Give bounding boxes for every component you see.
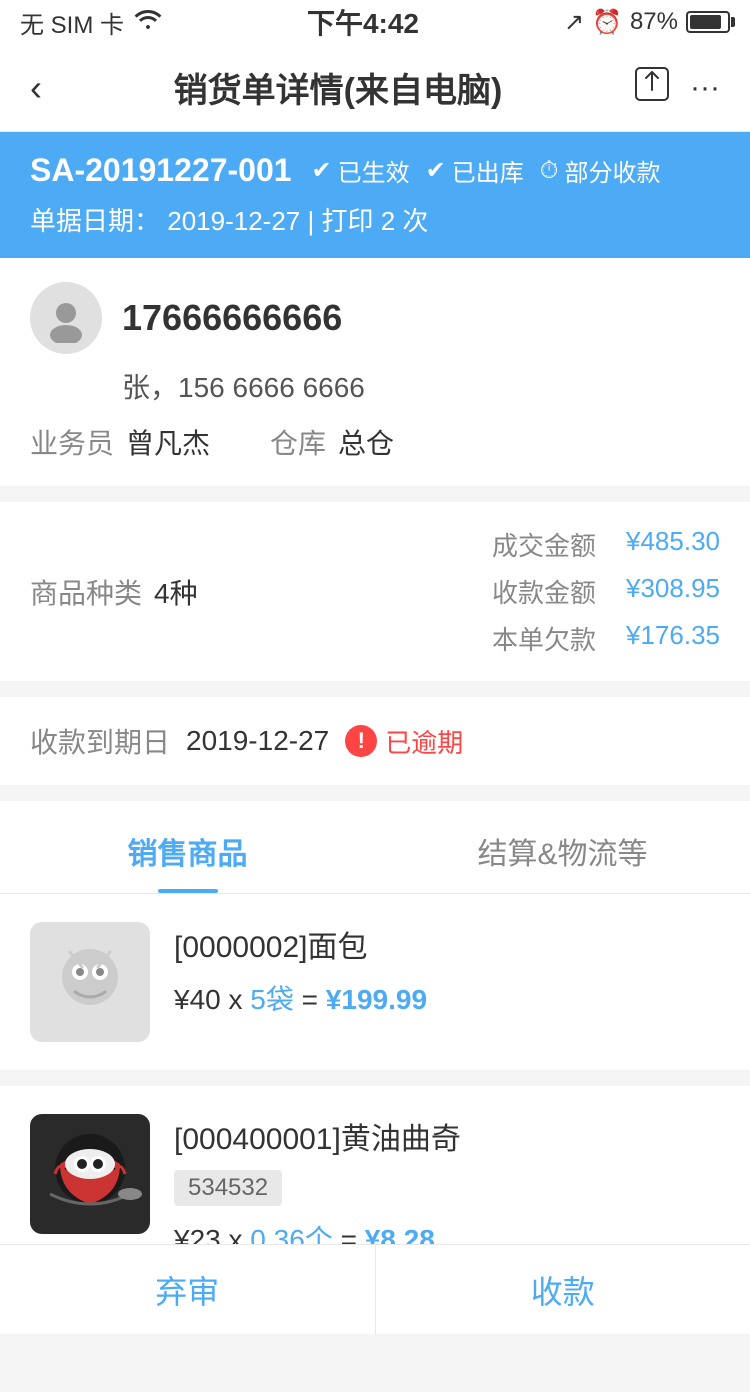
sales-label: 业务员 [30,422,114,462]
battery-icon [686,11,730,33]
tab-sales-label: 销售商品 [128,838,248,871]
warehouse-label: 仓库 [270,422,326,462]
print-label: | 打印 [307,206,373,236]
status-bar-right: ↗ ⏰ 87% [564,8,730,37]
due-date-label: 收款到期日 [30,721,170,761]
back-button[interactable]: ‹ [30,67,42,109]
banner-date-row: 单据日期： 2019-12-27 | 打印 2 次 [30,201,720,238]
page-title: 销货单详情(来自电脑) [174,63,503,112]
status-badge-shipped: ✔ 已出库 [426,153,524,188]
status-badges: ✔ 已生效 ✔ 已出库 ⏱ 部分收款 [312,153,661,188]
warehouse-name: 总仓 [338,422,394,462]
tab-settlement[interactable]: 结算&物流等 [375,801,750,893]
check-icon-2: ✔ [426,156,446,185]
due-date-section: 收款到期日 2019-12-27 ! 已逾期 [0,697,750,785]
product-price-1: ¥40 x 5袋 = ¥199.99 [174,978,720,1018]
more-button[interactable]: ··· [690,71,720,105]
sales-item: 业务员 曾凡杰 [30,422,210,462]
list-item: [0000002]面包 ¥40 x 5袋 = ¥199.99 [0,894,750,1070]
customer-name: 17666666666 [122,297,342,339]
location-icon: ↗ [564,8,584,37]
product-image-2 [30,1114,150,1234]
battery-label: 87% [630,8,678,36]
debt-amount-value: ¥176.35 [626,620,720,657]
wifi-icon [134,8,162,36]
product-info-2: [000400001]黄油曲奇 534532 ¥23 x 0.36个 = ¥8.… [174,1114,720,1258]
product-name-2: [000400001]黄油曲奇 [174,1114,720,1158]
nav-actions: ··· [634,66,720,110]
deal-amount-label: 成交金额 [492,526,596,563]
product-name-1: [0000002]面包 [174,922,720,966]
due-date-value: 2019-12-27 [186,725,329,757]
overdue-text: 已逾期 [385,723,463,760]
equals-1: = [302,984,326,1015]
carrier-label: 无 SIM 卡 [20,5,124,40]
unit-price-1: ¥40 [174,984,221,1015]
share-button[interactable] [634,66,670,110]
print-suffix: 次 [402,206,428,236]
sales-name: 曾凡杰 [126,422,210,462]
collection-amount-value: ¥308.95 [626,573,720,610]
deal-amount-row: 成交金额 ¥485.30 [492,526,720,563]
status-badge-partial: ⏱ 部分收款 [540,153,661,188]
abandon-review-button[interactable]: 弃审 [0,1245,376,1334]
product-thumb-2 [30,1114,150,1234]
summary-left: 商品种类 4种 [30,526,198,657]
collection-amount-label: 收款金额 [492,573,596,610]
debt-label: 本单欠款 [492,620,596,657]
order-id: SA-20191227-001 [30,152,292,189]
date-label: 单据日期： [30,206,160,236]
check-icon-1: ✔ [312,156,332,185]
print-count: 2 [381,206,395,236]
status-bar: 无 SIM 卡 下午4:42 ↗ ⏰ 87% [0,0,750,44]
product-info-1: [0000002]面包 ¥40 x 5袋 = ¥199.99 [174,922,720,1018]
tab-underline [158,889,218,893]
products-section: [0000002]面包 ¥40 x 5袋 = ¥199.99 [0,894,750,1286]
nav-bar: ‹ 销货单详情(来自电脑) ··· [0,44,750,132]
customer-phone: 张，156 6666 6666 [122,366,720,406]
collection-amount-row: 收款金额 ¥308.95 [492,573,720,610]
symbol-1: x [229,984,251,1015]
customer-meta: 业务员 曾凡杰 仓库 总仓 [30,418,720,462]
debt-row: 本单欠款 ¥176.35 [492,620,720,657]
alarm-icon: ⏰ [592,8,622,37]
clock-icon: ⏱ [540,157,559,185]
tabs-section: 销售商品 结算&物流等 [0,801,750,894]
status-bar-left: 无 SIM 卡 [20,5,162,40]
customer-section: 17666666666 张，156 6666 6666 业务员 曾凡杰 仓库 总… [0,258,750,486]
overdue-icon: ! [345,725,377,757]
avatar [30,282,102,354]
banner-row1: SA-20191227-001 ✔ 已生效 ✔ 已出库 ⏱ 部分收款 [30,152,720,189]
product-image-placeholder-1 [30,922,150,1042]
summary-section: 商品种类 4种 成交金额 ¥485.30 收款金额 ¥308.95 本单欠款 ¥… [0,502,750,681]
tab-settlement-label: 结算&物流等 [477,838,647,871]
collect-payment-button[interactable]: 收款 [376,1245,750,1334]
header-banner: SA-20191227-001 ✔ 已生效 ✔ 已出库 ⏱ 部分收款 单据日期：… [0,132,750,258]
product-sku-2: 534532 [174,1170,282,1206]
product-thumb-1 [30,922,150,1042]
summary-right: 成交金额 ¥485.30 收款金额 ¥308.95 本单欠款 ¥176.35 [492,526,720,657]
tab-sales-products[interactable]: 销售商品 [0,801,375,893]
warehouse-item: 仓库 总仓 [270,422,394,462]
status-bar-time: 下午4:42 [307,2,419,42]
status-badge-effected: ✔ 已生效 [312,153,410,188]
total-1: ¥199.99 [326,984,427,1015]
type-count: 4种 [154,572,198,612]
order-date: 2019-12-27 [167,206,300,236]
bottom-bar: 弃审 收款 [0,1244,750,1334]
deal-amount-value: ¥485.30 [626,526,720,563]
qty-1: 5袋 [250,984,301,1015]
overdue-badge: ! 已逾期 [345,723,463,760]
type-label: 商品种类 [30,572,142,612]
customer-row1: 17666666666 [30,282,720,354]
